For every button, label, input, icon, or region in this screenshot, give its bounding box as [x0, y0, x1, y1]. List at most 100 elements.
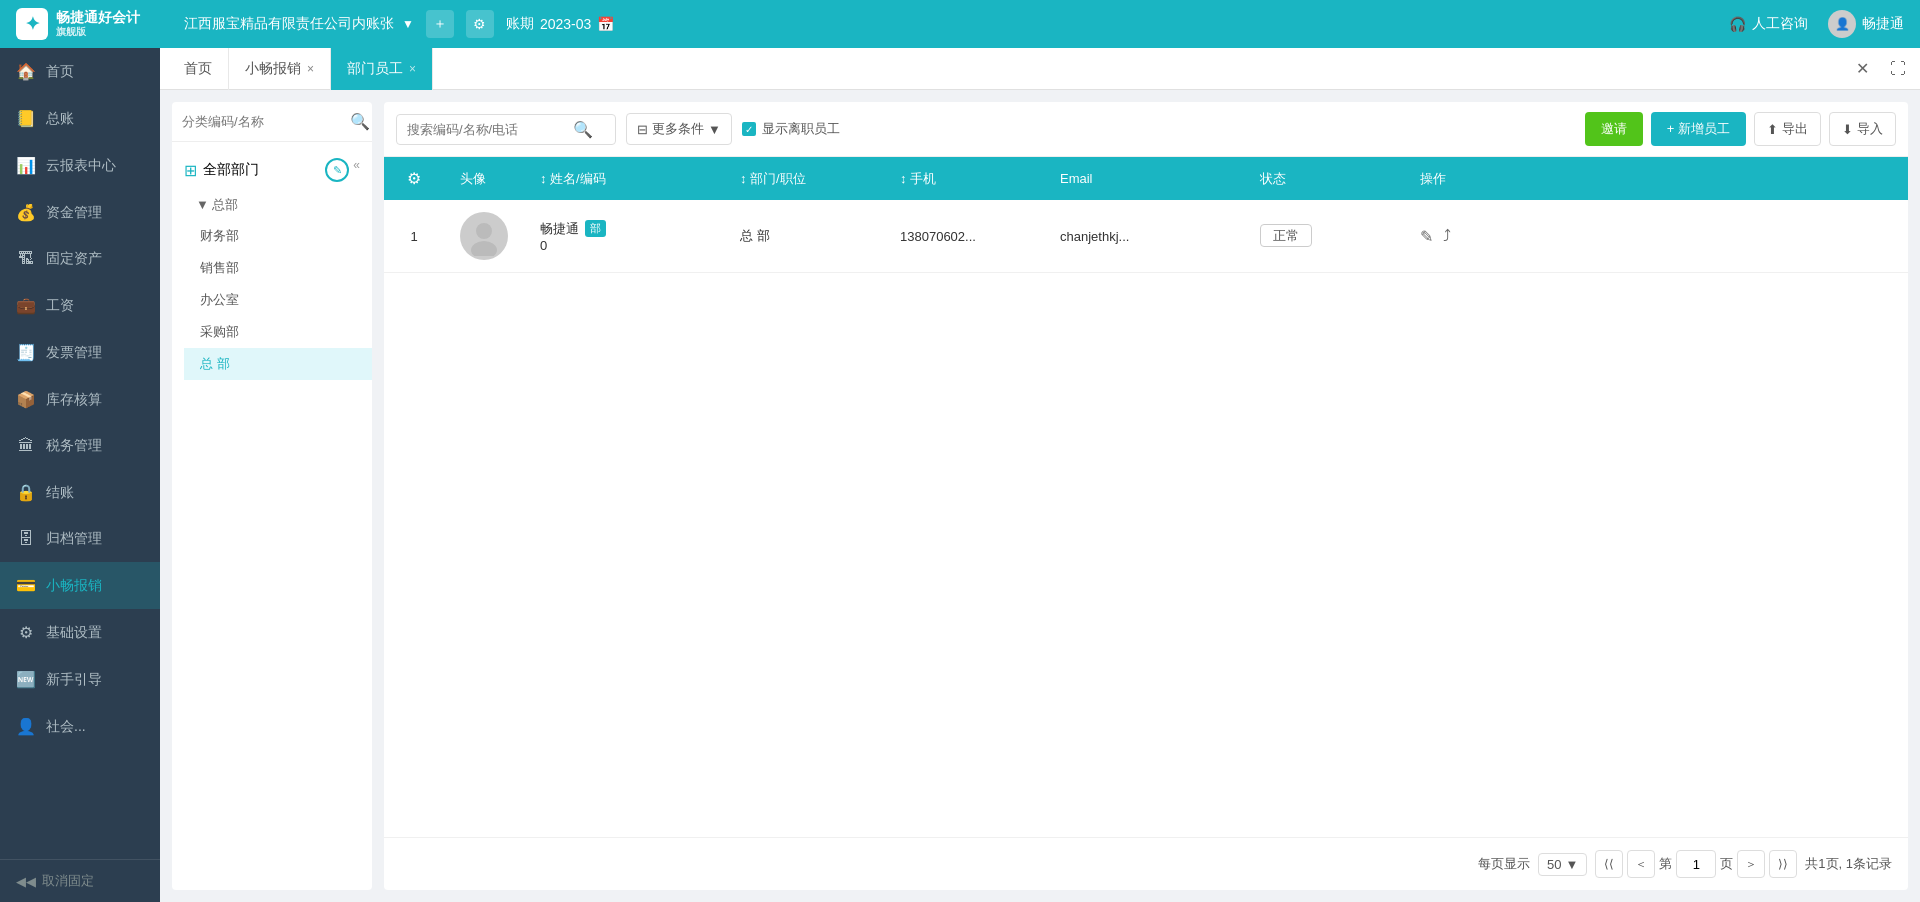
sidebar-item-tax[interactable]: 🏛 税务管理 — [0, 423, 160, 469]
row-phone: 138070602... — [884, 200, 1044, 273]
settings-button[interactable]: ⚙ — [466, 10, 494, 38]
table-row: 1 — [384, 200, 1908, 273]
invite-button[interactable]: 邀请 — [1585, 112, 1643, 146]
sidebar-item-expense[interactable]: 💳 小畅报销 — [0, 562, 160, 609]
sidebar-item-home[interactable]: 🏠 首页 — [0, 48, 160, 95]
page-num-label: 第 — [1659, 855, 1672, 873]
company-dropdown-arrow[interactable]: ▼ — [402, 17, 414, 31]
tab-home-label: 首页 — [184, 60, 212, 78]
th-dept[interactable]: ↕ 部门/职位 — [724, 157, 884, 200]
row-email: chanjethkj... — [1044, 200, 1244, 273]
last-page-button[interactable]: ⟩⟩ — [1769, 850, 1797, 878]
th-phone[interactable]: ↕ 手机 — [884, 157, 1044, 200]
add-employee-button[interactable]: + 新增员工 — [1651, 112, 1746, 146]
tab-department-close[interactable]: × — [409, 62, 416, 76]
top-right: 🎧 人工咨询 👤 畅捷通 — [1729, 10, 1904, 38]
dept-group-head: ▼ 总部 财务部 销售部 办公室 采购部 总 部 — [172, 190, 372, 380]
dept-item-general[interactable]: 总 部 — [184, 348, 372, 380]
dept-all-item[interactable]: ⊞ 全部部门 ✎ « — [172, 150, 372, 190]
unpin-sidebar[interactable]: ◀◀ 取消固定 — [0, 859, 160, 902]
prev-page-button[interactable]: ＜ — [1627, 850, 1655, 878]
guide-icon: 🆕 — [16, 670, 36, 689]
import-button[interactable]: ⬇ 导入 — [1829, 112, 1896, 146]
filter-button[interactable]: ⊟ 更多条件 ▼ — [626, 113, 732, 145]
tab-home[interactable]: 首页 — [168, 48, 229, 90]
sidebar-item-more[interactable]: 👤 社会... — [0, 703, 160, 750]
settings-icon: ⚙ — [16, 623, 36, 642]
dept-panel: 🔍 ⊞ 全部部门 ✎ « ▼ 总部 财务部 销售部 — [172, 102, 372, 890]
edit-employee-button[interactable]: ✎ — [1420, 227, 1433, 246]
logout-employee-button[interactable]: ⤴ — [1443, 227, 1451, 246]
sidebar-item-closing[interactable]: 🔒 结账 — [0, 469, 160, 516]
sidebar-item-guide[interactable]: 🆕 新手引导 — [0, 656, 160, 703]
dept-item-office[interactable]: 办公室 — [184, 284, 372, 316]
sidebar-item-inventory[interactable]: 📦 库存核算 — [0, 376, 160, 423]
user-area[interactable]: 👤 畅捷通 — [1828, 10, 1904, 38]
export-button[interactable]: ⬆ 导出 — [1754, 112, 1821, 146]
first-page-button[interactable]: ⟨⟨ — [1595, 850, 1623, 878]
tabs-bar: 首页 小畅报销 × 部门员工 × ✕ ⛶ — [160, 48, 1920, 90]
employee-name: 畅捷通 — [540, 220, 579, 238]
dept-item-sales[interactable]: 销售部 — [184, 252, 372, 284]
dept-search-input[interactable] — [182, 114, 350, 129]
tabs-right-actions: ✕ ⛶ — [1848, 55, 1912, 83]
page-input[interactable] — [1676, 850, 1716, 878]
close-tab-button[interactable]: ✕ — [1848, 55, 1876, 83]
dept-search-icon[interactable]: 🔍 — [350, 112, 370, 131]
toolbar-right: 邀请 + 新增员工 ⬆ 导出 ⬇ 导入 — [1585, 112, 1896, 146]
expand-button[interactable]: ⛶ — [1884, 55, 1912, 83]
dept-grid-icon: ⊞ — [184, 161, 197, 180]
sidebar-label-closing: 结账 — [46, 484, 74, 502]
dept-item-finance[interactable]: 财务部 — [184, 220, 372, 252]
dept-group-label-head[interactable]: ▼ 总部 — [184, 190, 372, 220]
per-page-value: 50 — [1547, 857, 1561, 872]
dept-item-purchase[interactable]: 采购部 — [184, 316, 372, 348]
tab-department[interactable]: 部门员工 × — [331, 48, 433, 90]
filter-arrow-icon: ▼ — [708, 122, 721, 137]
calendar-icon[interactable]: 📅 — [597, 16, 614, 32]
sidebar-item-archive[interactable]: 🗄 归档管理 — [0, 516, 160, 562]
employee-panel: 🔍 ⊟ 更多条件 ▼ ✓ 显示离职员工 邀请 + 新增员工 — [384, 102, 1908, 890]
sidebar-label-home: 首页 — [46, 63, 74, 81]
next-page-button[interactable]: ＞ — [1737, 850, 1765, 878]
sidebar-item-funds[interactable]: 💰 资金管理 — [0, 189, 160, 236]
sidebar-item-salary[interactable]: 💼 工资 — [0, 282, 160, 329]
employee-toolbar: 🔍 ⊟ 更多条件 ▼ ✓ 显示离职员工 邀请 + 新增员工 — [384, 102, 1908, 157]
per-page-select[interactable]: 50 ▼ — [1538, 853, 1587, 876]
sidebar-label-expense: 小畅报销 — [46, 577, 102, 595]
tab-expense-close[interactable]: × — [307, 62, 314, 76]
user-avatar: 👤 — [1828, 10, 1856, 38]
sidebar-item-ledger[interactable]: 📒 总账 — [0, 95, 160, 142]
th-name[interactable]: ↕ 姓名/编码 — [524, 157, 724, 200]
import-icon: ⬇ — [1842, 122, 1853, 137]
sidebar-item-assets[interactable]: 🏗 固定资产 — [0, 236, 160, 282]
sidebar-item-invoice[interactable]: 🧾 发票管理 — [0, 329, 160, 376]
sidebar-item-reports[interactable]: 📊 云报表中心 — [0, 142, 160, 189]
per-page-arrow: ▼ — [1565, 857, 1578, 872]
user-name: 畅捷通 — [1862, 15, 1904, 33]
row-actions: ✎ ⤴ — [1404, 200, 1908, 273]
show-resigned-area[interactable]: ✓ 显示离职员工 — [742, 120, 840, 138]
reports-icon: 📊 — [16, 156, 36, 175]
tax-icon: 🏛 — [16, 437, 36, 455]
support-area[interactable]: 🎧 人工咨询 — [1729, 15, 1808, 33]
sidebar-label-guide: 新手引导 — [46, 671, 102, 689]
sidebar-item-settings[interactable]: ⚙ 基础设置 — [0, 609, 160, 656]
add-button[interactable]: ＋ — [426, 10, 454, 38]
tab-expense[interactable]: 小畅报销 × — [229, 48, 331, 90]
show-resigned-checkbox[interactable]: ✓ — [742, 122, 756, 136]
period-value: 2023-03 — [540, 16, 591, 32]
inventory-icon: 📦 — [16, 390, 36, 409]
employee-search-icon[interactable]: 🔍 — [573, 120, 593, 139]
row-index: 1 — [384, 200, 444, 273]
edit-dept-button[interactable]: ✎ — [325, 158, 349, 182]
th-settings[interactable]: ⚙ — [384, 157, 444, 200]
company-selector[interactable]: 江西服宝精品有限责任公司内账张 ▼ — [184, 15, 414, 33]
main-layout: 🏠 首页 📒 总账 📊 云报表中心 💰 资金管理 🏗 固定资产 💼 工资 🧾 发… — [0, 48, 1920, 902]
collapse-tree-button[interactable]: « — [353, 158, 360, 182]
employee-search-input[interactable] — [407, 122, 567, 137]
row-dept: 总 部 — [724, 200, 884, 273]
app-version: 旗舰版 — [56, 25, 140, 39]
employee-table: ⚙ 头像 ↕ 姓名/编码 ↕ 部门/职位 ↕ 手机 Email 状态 操作 — [384, 157, 1908, 837]
th-actions: 操作 — [1404, 157, 1908, 200]
